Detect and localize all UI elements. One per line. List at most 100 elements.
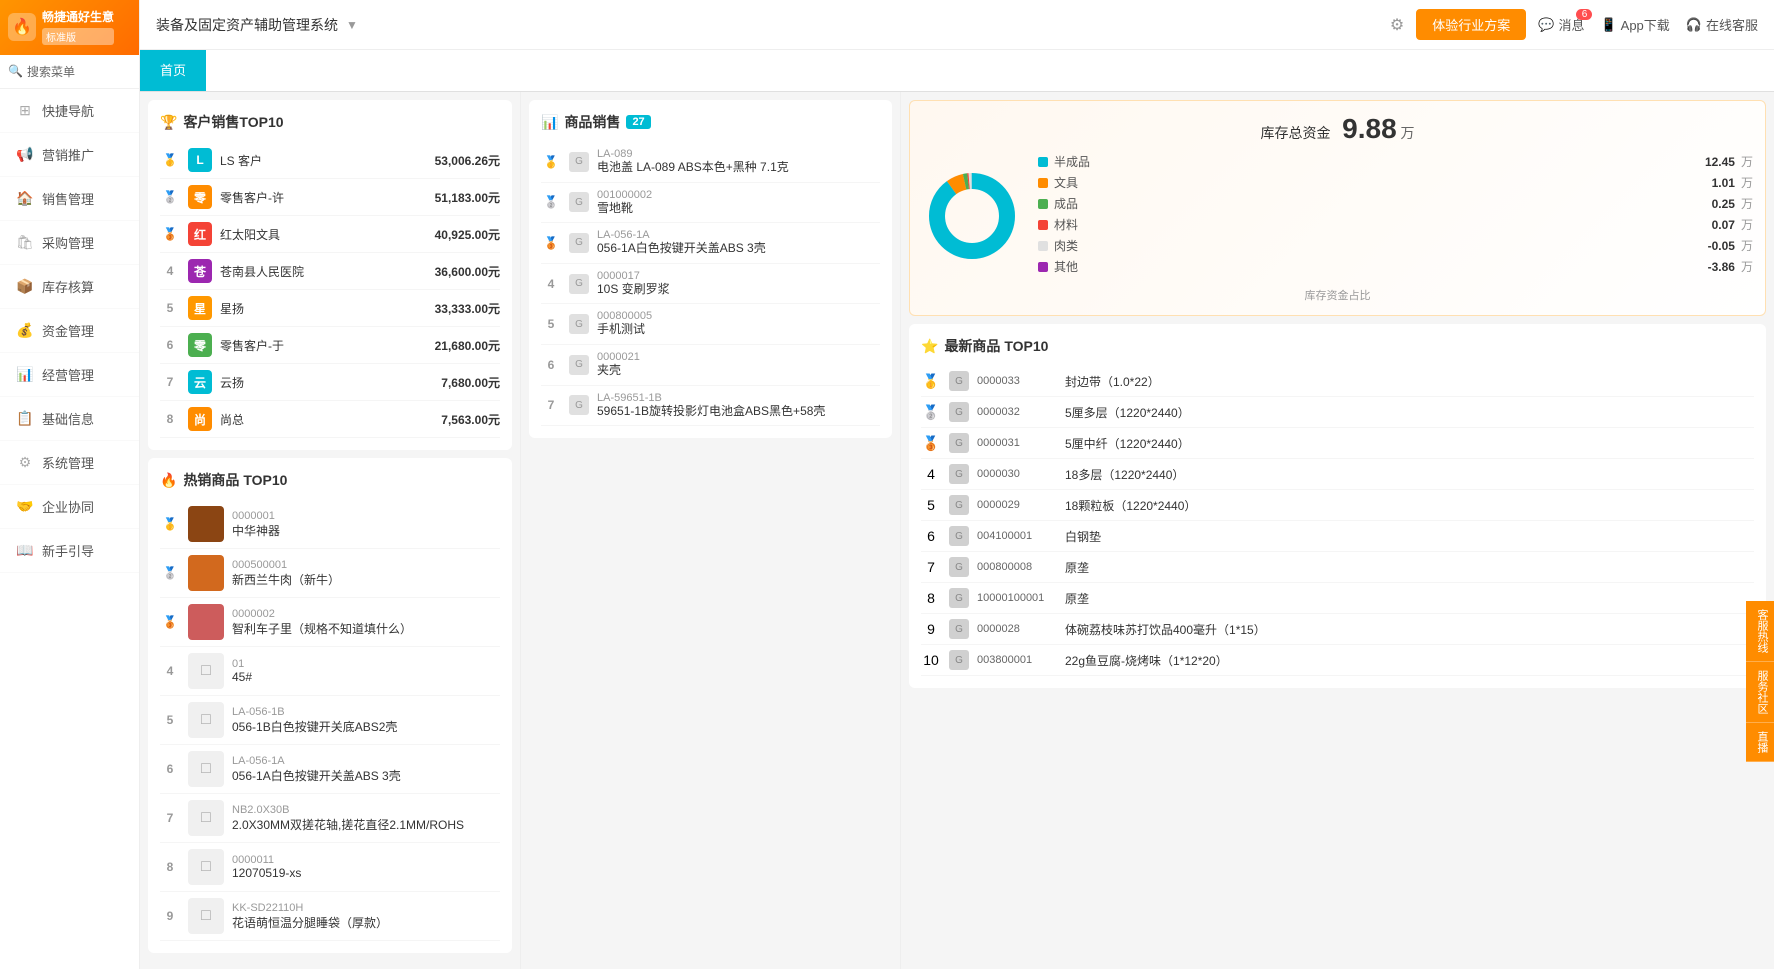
- rank-number: 4: [541, 277, 561, 291]
- product-name: 056-1A白色按键开关盖ABS 3壳: [232, 767, 500, 784]
- legend-value: 0.07: [1712, 218, 1735, 232]
- product-code: LA-59651-1B: [597, 392, 880, 404]
- phone-icon: 📱: [1600, 17, 1616, 33]
- product-thumbnail: [188, 506, 224, 542]
- rank-number: 🥇: [921, 373, 941, 390]
- inventory-title: 库存总资金 9.88 万: [922, 113, 1753, 145]
- sidebar-item-marketing[interactable]: 📢营销推广: [0, 133, 139, 177]
- inventory-amount: 9.88: [1342, 113, 1397, 144]
- product-thumbnail: □: [188, 898, 224, 934]
- sidebar-item-cooperation[interactable]: 🤝企业协同: [0, 485, 139, 529]
- notification-button[interactable]: 💬 消息 6: [1538, 15, 1584, 34]
- rank-name: 红太阳文具: [220, 226, 427, 243]
- rank-number: 7: [160, 375, 180, 389]
- sidebar-item-operation[interactable]: 📊经营管理: [0, 353, 139, 397]
- rank-number: 6: [160, 762, 180, 776]
- sidebar-item-finance[interactable]: 💰资金管理: [0, 309, 139, 353]
- app-download-button[interactable]: 📱 App下载: [1600, 15, 1669, 34]
- latest-product-item: 7 G 000800008 原垄: [921, 552, 1754, 583]
- product-name: 056-1A白色按键开关盖ABS 3壳: [597, 241, 880, 257]
- product-info: 000500001 新西兰牛肉（新牛）: [232, 559, 500, 588]
- product-code: 003800001: [977, 654, 1057, 666]
- rank-number: 5: [541, 317, 561, 331]
- product-icon: G: [949, 371, 969, 391]
- online-service-button[interactable]: 🎧 在线客服: [1686, 15, 1758, 34]
- rank-avatar: 尚: [188, 407, 212, 431]
- rank-name: 苍南县人民医院: [220, 263, 427, 280]
- sidebar-item-basic[interactable]: 📋基础信息: [0, 397, 139, 441]
- sidebar-item-purchase[interactable]: 🛍采购管理: [0, 221, 139, 265]
- product-thumbnail: □: [188, 653, 224, 689]
- product-code: KK-SD22110H: [232, 902, 500, 914]
- legend-unit: 万: [1741, 258, 1753, 275]
- product-sales-title: 📊 商品销售 27: [541, 112, 880, 132]
- inventory-card: 库存总资金 9.88 万: [909, 100, 1766, 316]
- content: 🏆 客户销售TOP10 🥇 L LS 客户 53,006.26元 🥈 零 零售客…: [140, 92, 1774, 969]
- product-name: 5厘中纤（1220*2440）: [1065, 435, 1754, 452]
- rank-name: LS 客户: [220, 152, 427, 169]
- customer-ranking-card: 🏆 客户销售TOP10 🥇 L LS 客户 53,006.26元 🥈 零 零售客…: [148, 100, 512, 450]
- rank-number: 🥈: [921, 404, 941, 421]
- latest-products-list: 🥇 G 0000033 封边带（1.0*22） 🥈 G 0000032 5厘多层…: [921, 366, 1754, 676]
- inventory-unit: 万: [1401, 125, 1415, 141]
- product-info: 0000011 12070519-xs: [232, 854, 500, 880]
- nav-label: 库存核算: [42, 277, 94, 296]
- rank-number: 7: [160, 811, 180, 825]
- rank-number: 7: [541, 398, 561, 412]
- float-button[interactable]: 服务社区: [1746, 662, 1774, 723]
- rank-number: 🥇: [541, 155, 561, 169]
- hot-product-item: 6 □ LA-056-1A 056-1A白色按键开关盖ABS 3壳: [160, 745, 500, 794]
- product-code: 000500001: [232, 559, 500, 571]
- product-name: 电池盖 LA-089 ABS本色+黑种 7.1克: [597, 160, 880, 176]
- sidebar-item-system[interactable]: ⚙系统管理: [0, 441, 139, 485]
- tab-bar: 首页: [140, 50, 1774, 92]
- rank-avatar: 零: [188, 333, 212, 357]
- latest-product-item: 🥇 G 0000033 封边带（1.0*22）: [921, 366, 1754, 397]
- product-name: 原垄: [1065, 590, 1754, 607]
- customer-ranking-title: 🏆 客户销售TOP10: [160, 112, 500, 132]
- nav-label: 新手引导: [42, 541, 94, 560]
- trial-button[interactable]: 体验行业方案: [1416, 9, 1526, 40]
- dropdown-icon[interactable]: ▼: [346, 18, 358, 32]
- rank-avatar: 零: [188, 185, 212, 209]
- float-button[interactable]: 直播: [1746, 723, 1774, 762]
- legend-name: 其他: [1054, 258, 1702, 275]
- sidebar-item-inventory[interactable]: 📦 库存核算: [0, 265, 139, 309]
- product-name: 18颗粒板（1220*2440）: [1065, 497, 1754, 514]
- product-icon: G: [949, 433, 969, 453]
- headset-icon: 🎧: [1686, 17, 1702, 33]
- gear-icon[interactable]: ⚙: [1390, 15, 1404, 35]
- logo-badge: 标准版: [42, 28, 114, 45]
- inventory-icon: 📦: [16, 277, 34, 295]
- product-icon: G: [569, 192, 589, 212]
- product-info: 0000002 智利车子里（规格不知道填什么）: [232, 608, 500, 637]
- sidebar-item-guide[interactable]: 📖新手引导: [0, 529, 139, 573]
- customer-rank-item: 🥇 L LS 客户 53,006.26元: [160, 142, 500, 179]
- float-button[interactable]: 客服热线: [1746, 601, 1774, 662]
- sidebar-item-sales[interactable]: 🏠销售管理: [0, 177, 139, 221]
- product-info: LA-056-1A 056-1A白色按键开关盖ABS 3壳: [232, 755, 500, 784]
- legend-item: 半成品 12.45 万: [1038, 153, 1753, 170]
- legend-unit: 万: [1741, 216, 1753, 233]
- legend-dot: [1038, 241, 1048, 251]
- product-name: 白钢垫: [1065, 528, 1754, 545]
- product-icon: G: [949, 526, 969, 546]
- legend-item: 文具 1.01 万: [1038, 174, 1753, 191]
- sales-icon: 🏠: [16, 189, 34, 207]
- search-menu[interactable]: 🔍 搜索菜单: [0, 55, 139, 89]
- basic-icon: 📋: [16, 409, 34, 427]
- product-name: 雪地靴: [597, 201, 880, 217]
- product-name: 056-1B白色按键开关底ABS2壳: [232, 718, 500, 735]
- product-code: LA-056-1A: [597, 229, 880, 241]
- rank-value: 21,680.00元: [435, 337, 500, 354]
- rank-avatar: L: [188, 148, 212, 172]
- sidebar-nav: ⊞快捷导航📢营销推广🏠销售管理🛍采购管理 📦 库存核算 💰资金管理📊经营管理📋基础信息…: [0, 89, 139, 969]
- product-name: 12070519-xs: [232, 866, 500, 880]
- sidebar-header: 🔥 畅捷通好生意 标准版: [0, 0, 139, 55]
- sidebar-item-quick-nav[interactable]: ⊞快捷导航: [0, 89, 139, 133]
- tab-home[interactable]: 首页: [140, 50, 206, 91]
- product-icon: G: [949, 619, 969, 639]
- product-name: 10S 变刷罗浆: [597, 282, 880, 298]
- hot-products-list: 🥇 0000001 中华神器 🥈 000500001 新西兰牛肉（新牛） 🥉 0…: [160, 500, 500, 941]
- donut-container: 半成品 12.45 万 文具 1.01 万 成品 0.25 万 材料 0.07 …: [922, 153, 1753, 279]
